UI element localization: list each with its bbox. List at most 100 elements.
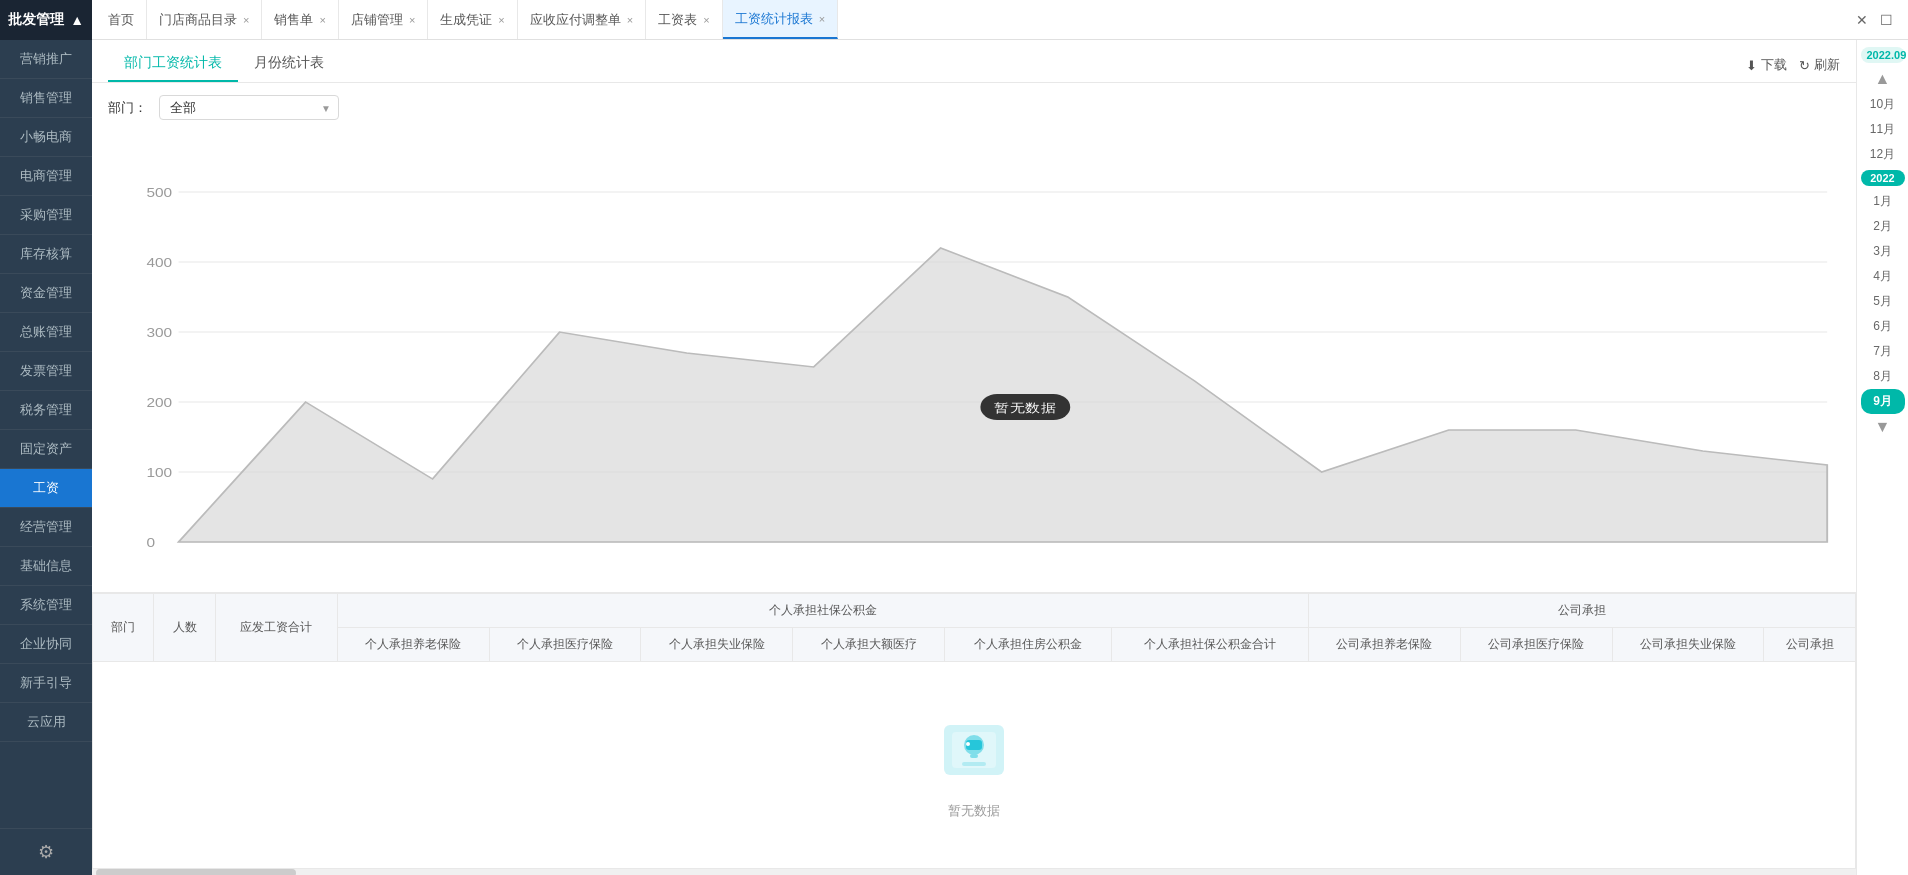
col-group-personal: 个人承担社保公积金: [337, 594, 1308, 628]
tab-工资统计报表[interactable]: 工资统计报表×: [723, 0, 838, 39]
col-p-total: 个人承担社保公积金合计: [1111, 628, 1308, 662]
close-tab-icon[interactable]: ×: [243, 14, 249, 26]
tab-门店商品目录[interactable]: 门店商品目录×: [147, 0, 262, 39]
sub-tab-部门工资统计表[interactable]: 部门工资统计表: [108, 48, 238, 82]
timeline-panel: 2022.09 ▲ 10月11月12月 2022 1月2月3月4月5月6月7月8月9…: [1856, 40, 1908, 875]
svg-rect-16: [970, 754, 978, 758]
timeline-up-button[interactable]: ▲: [1861, 66, 1905, 92]
col-group-company: 公司承担: [1308, 594, 1855, 628]
svg-point-18: [966, 742, 970, 746]
refresh-label: 刷新: [1814, 56, 1840, 74]
col-c-medical: 公司承担医疗保险: [1460, 628, 1612, 662]
sidebar-item-新手引导[interactable]: 新手引导: [0, 664, 92, 703]
tab-应收应付调整单[interactable]: 应收应付调整单×: [518, 0, 646, 39]
sidebar-item-采购管理[interactable]: 采购管理: [0, 196, 92, 235]
sidebar-item-库存核算[interactable]: 库存核算: [0, 235, 92, 274]
col-p-unemployment: 个人承担失业保险: [641, 628, 793, 662]
sidebar-item-云应用[interactable]: 云应用: [0, 703, 92, 742]
sidebar-item-总账管理[interactable]: 总账管理: [0, 313, 92, 352]
close-tab-button[interactable]: ✕: [1852, 10, 1872, 30]
main-area: 首页门店商品目录×销售单×店铺管理×生成凭证×应收应付调整单×工资表×工资统计报…: [92, 0, 1908, 875]
department-select[interactable]: 全部: [159, 95, 339, 120]
svg-text:200: 200: [146, 397, 172, 410]
table-section: 部门 人数 应发工资合计 个人承担社保公积金 公司承担 个人承担养老保险 个人承…: [92, 592, 1856, 875]
timeline-month-9月[interactable]: 9月: [1861, 389, 1905, 414]
tab-bar: 首页门店商品目录×销售单×店铺管理×生成凭证×应收应付调整单×工资表×工资统计报…: [92, 0, 1908, 40]
chart-container: 0 100 200 300 400 500: [92, 132, 1856, 592]
col-headcount: 人数: [154, 594, 215, 662]
timeline-month-12月[interactable]: 12月: [1861, 142, 1905, 167]
sidebar-item-系统管理[interactable]: 系统管理: [0, 586, 92, 625]
col-total-wage: 应发工资合计: [215, 594, 337, 662]
close-tab-icon[interactable]: ×: [627, 14, 633, 26]
col-p-pension: 个人承担养老保险: [337, 628, 489, 662]
tab-销售单[interactable]: 销售单×: [262, 0, 338, 39]
empty-icon: [934, 710, 1014, 790]
tab-工资表[interactable]: 工资表×: [646, 0, 722, 39]
sidebar-item-企业协同[interactable]: 企业协同: [0, 625, 92, 664]
close-tab-icon[interactable]: ×: [498, 14, 504, 26]
sub-tab-bar: 部门工资统计表月份统计表 ⬇ 下载 ↻ 刷新: [92, 40, 1856, 83]
sidebar-item-电商管理[interactable]: 电商管理: [0, 157, 92, 196]
download-icon: ⬇: [1746, 58, 1757, 73]
timeline-month-2月[interactable]: 2月: [1861, 214, 1905, 239]
refresh-button[interactable]: ↻ 刷新: [1799, 56, 1840, 74]
sidebar-item-销售管理[interactable]: 销售管理: [0, 79, 92, 118]
sidebar-item-小畅电商[interactable]: 小畅电商: [0, 118, 92, 157]
chart-tooltip-text: 暂无数据: [994, 402, 1056, 415]
timeline-month-7月[interactable]: 7月: [1861, 339, 1905, 364]
timeline-month-1月[interactable]: 1月: [1861, 189, 1905, 214]
sidebar-item-基础信息[interactable]: 基础信息: [0, 547, 92, 586]
sidebar-item-发票管理[interactable]: 发票管理: [0, 352, 92, 391]
sub-tab-actions: ⬇ 下载 ↻ 刷新: [1746, 56, 1840, 74]
close-tab-icon[interactable]: ×: [703, 14, 709, 26]
tab-close-area: ✕ ☐: [1852, 10, 1904, 30]
tab-生成凭证[interactable]: 生成凭证×: [428, 0, 517, 39]
timeline-year-2022: 2022: [1861, 170, 1905, 186]
sub-tab-月份统计表[interactable]: 月份统计表: [238, 48, 340, 82]
refresh-icon: ↻: [1799, 58, 1810, 73]
settings-icon[interactable]: ⚙: [38, 842, 54, 862]
content-area: 部门工资统计表月份统计表 ⬇ 下载 ↻ 刷新 部门： 全: [92, 40, 1908, 875]
col-p-large-medical: 个人承担大额医疗: [793, 628, 945, 662]
sidebar-item-税务管理[interactable]: 税务管理: [0, 391, 92, 430]
sidebar-header: 批发管理 ▲: [0, 0, 92, 40]
sidebar-item-资金管理[interactable]: 资金管理: [0, 274, 92, 313]
timeline-month-6月[interactable]: 6月: [1861, 314, 1905, 339]
svg-text:0: 0: [146, 537, 155, 550]
col-p-housing: 个人承担住房公积金: [944, 628, 1111, 662]
sidebar-item-固定资产[interactable]: 固定资产: [0, 430, 92, 469]
col-dept: 部门: [93, 594, 154, 662]
area-chart: 0 100 200 300 400 500: [108, 132, 1840, 552]
close-tab-icon[interactable]: ×: [319, 14, 325, 26]
timeline-current-date: 2022.09: [1861, 47, 1905, 63]
download-button[interactable]: ⬇ 下载: [1746, 56, 1787, 74]
timeline-month-8月[interactable]: 8月: [1861, 364, 1905, 389]
timeline-month-3月[interactable]: 3月: [1861, 239, 1905, 264]
close-tab-icon[interactable]: ×: [409, 14, 415, 26]
svg-text:500: 500: [146, 187, 172, 200]
empty-text: 暂无数据: [948, 802, 1000, 820]
col-c-unemployment: 公司承担失业保险: [1612, 628, 1764, 662]
svg-text:100: 100: [146, 467, 172, 480]
tab-店铺管理[interactable]: 店铺管理×: [339, 0, 428, 39]
timeline-month-10月[interactable]: 10月: [1861, 92, 1905, 117]
empty-state: 暂无数据: [105, 670, 1843, 860]
col-c-other: 公司承担: [1764, 628, 1856, 662]
col-p-medical: 个人承担医疗保险: [489, 628, 641, 662]
department-select-wrapper: 全部 ▼: [159, 95, 339, 120]
close-tab-icon[interactable]: ×: [819, 13, 825, 25]
timeline-month-11月[interactable]: 11月: [1861, 117, 1905, 142]
svg-rect-17: [962, 762, 986, 766]
svg-text:300: 300: [146, 327, 172, 340]
timeline-month-5月[interactable]: 5月: [1861, 289, 1905, 314]
timeline-month-4月[interactable]: 4月: [1861, 264, 1905, 289]
sidebar-item-营销推广[interactable]: 营销推广: [0, 40, 92, 79]
sidebar-item-经营管理[interactable]: 经营管理: [0, 508, 92, 547]
tab-首页[interactable]: 首页: [96, 0, 147, 39]
restore-tab-button[interactable]: ☐: [1876, 10, 1896, 30]
sidebar-item-工资[interactable]: 工资: [0, 469, 92, 508]
filter-label: 部门：: [108, 99, 147, 117]
timeline-down-button[interactable]: ▼: [1861, 414, 1905, 440]
sidebar-collapse-icon[interactable]: ▲: [70, 12, 84, 28]
